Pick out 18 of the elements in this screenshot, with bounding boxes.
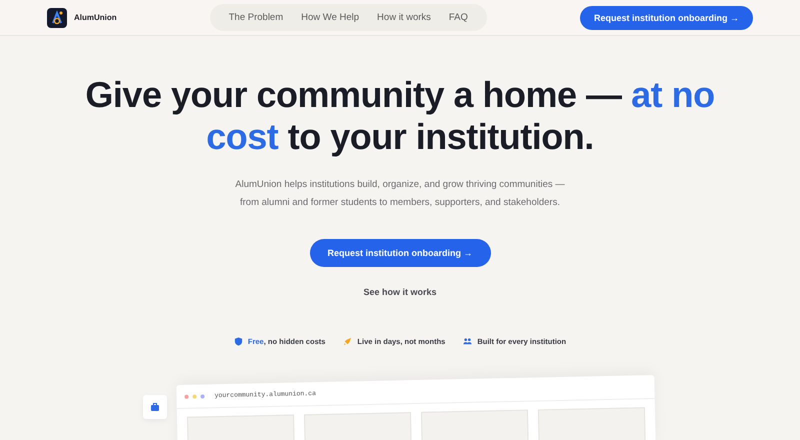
onboarding-button[interactable]: Request institution onboarding →: [310, 239, 490, 267]
window-dot: [192, 394, 197, 398]
brand-name: AlumUnion: [74, 13, 117, 22]
onboarding-button[interactable]: Request institution onboarding →: [580, 6, 753, 30]
shield-icon: [234, 337, 243, 346]
nav-link[interactable]: How We Help: [292, 6, 368, 29]
window-dot: [184, 394, 189, 398]
how-it-works-link[interactable]: See how it works: [363, 287, 437, 297]
window-dot: [200, 394, 205, 398]
nav-link[interactable]: How it works: [368, 6, 440, 29]
nav-link[interactable]: The Problem: [220, 6, 292, 29]
logo-icon[interactable]: [47, 8, 67, 28]
rocket-icon: [343, 337, 352, 346]
hero-title: Give your community a home — at no cost to your institution.: [84, 74, 716, 158]
briefcase-icon: [150, 402, 160, 412]
nav-link[interactable]: FAQ: [440, 6, 477, 29]
people-icon: [463, 337, 472, 346]
hero-description: AlumUnion helps institutions build, organize, and grow thriving communities — from alumni and former students to members, supporters, and stakeholders.: [235, 178, 565, 210]
